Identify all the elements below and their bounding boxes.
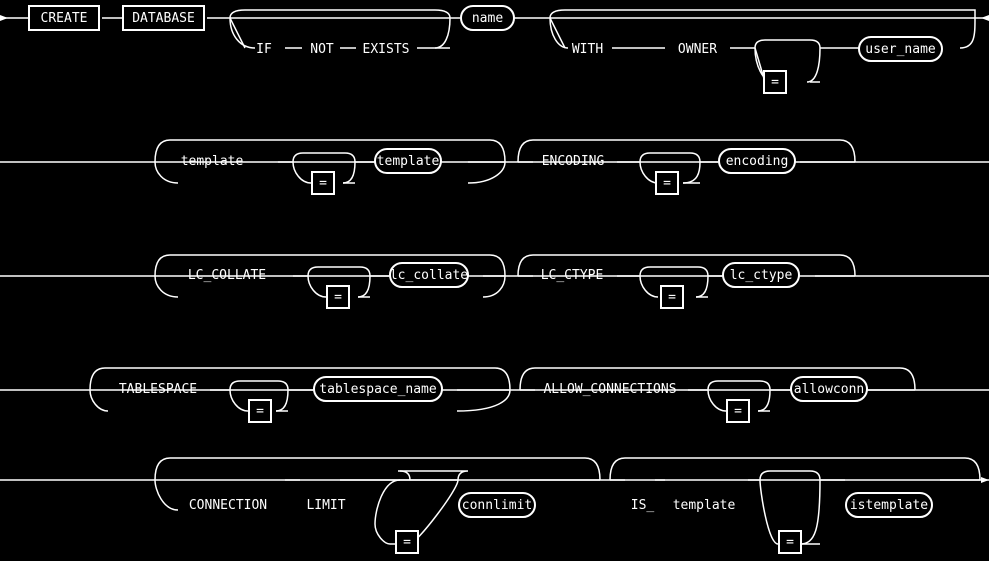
exists-keyword: EXISTS: [356, 36, 416, 62]
eq-connlimit: =: [395, 530, 419, 554]
is-keyword: IS_: [625, 492, 660, 518]
eq-allowconn: =: [726, 399, 750, 423]
eq-istemplate: =: [778, 530, 802, 554]
eq-owner: =: [763, 70, 787, 94]
tablespace-name-node: tablespace_name: [313, 376, 443, 402]
template-kw3: template: [665, 492, 743, 518]
istemplate-node: istemplate: [845, 492, 933, 518]
with-keyword: WITH: [565, 36, 610, 62]
lc-collate-node: lc_collate: [389, 262, 469, 288]
template-kw1: template: [178, 148, 246, 174]
eq-encoding: =: [655, 171, 679, 195]
lc-collate-keyword: LC_COLLATE: [178, 262, 276, 288]
allow-connections-keyword: ALLOW_CONNECTIONS: [535, 376, 685, 402]
database-keyword: DATABASE: [122, 5, 205, 31]
if-keyword: IF: [245, 36, 283, 62]
allowconn-node: allowconn: [790, 376, 868, 402]
tablespace-keyword: TABLESPACE: [108, 376, 208, 402]
not-keyword: NOT: [302, 36, 342, 62]
encoding-keyword: ENCODING: [533, 148, 613, 174]
owner-keyword: OWNER: [665, 36, 730, 62]
eq-lc-collate: =: [326, 285, 350, 309]
lc-ctype-node: lc_ctype: [722, 262, 800, 288]
lc-ctype-keyword: LC_CTYPE: [533, 262, 611, 288]
eq-lc-ctype: =: [660, 285, 684, 309]
connlimit-node: connlimit: [458, 492, 536, 518]
eq-template: =: [311, 171, 335, 195]
template-kw2: template: [374, 148, 442, 174]
name-node: name: [460, 5, 515, 31]
eq-tablespace: =: [248, 399, 272, 423]
user-name-node: user_name: [858, 36, 943, 62]
encoding-node: encoding: [718, 148, 796, 174]
connection-keyword: CONNECTION: [178, 492, 278, 518]
limit-keyword: LIMIT: [300, 492, 352, 518]
create-keyword: CREATE: [28, 5, 100, 31]
